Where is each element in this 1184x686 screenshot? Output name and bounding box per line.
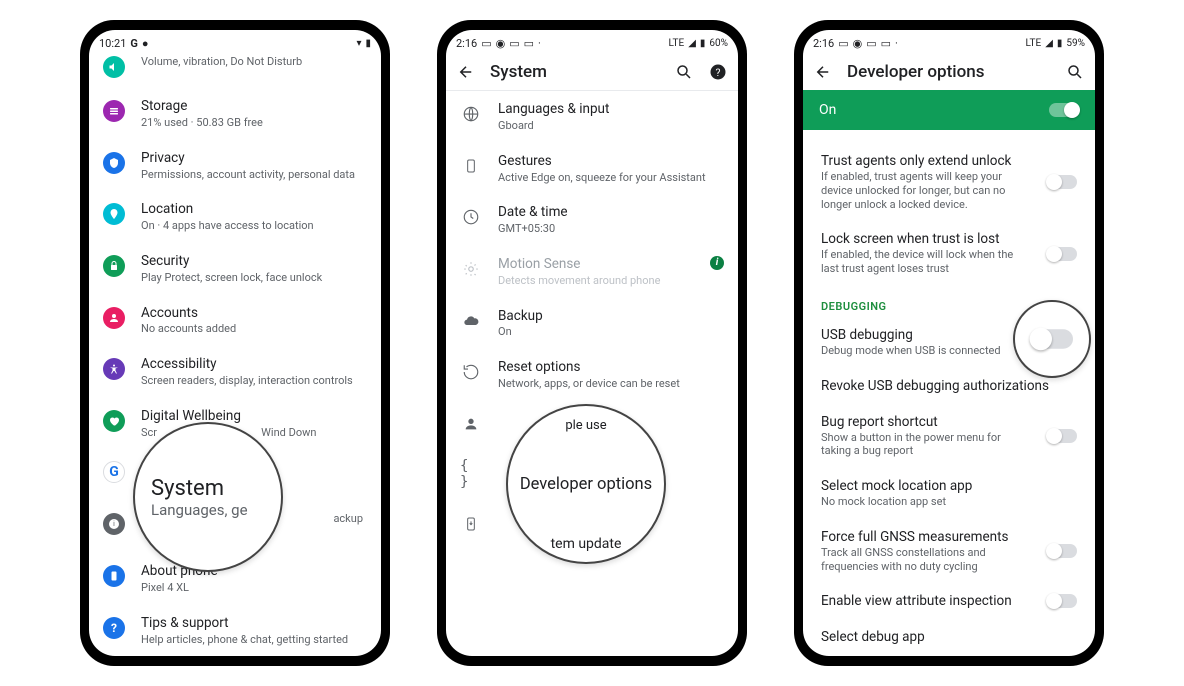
- back-icon[interactable]: [456, 62, 476, 82]
- notif-icon: ▭: [509, 37, 519, 50]
- globe-icon: [460, 103, 482, 125]
- row-bugreport[interactable]: Bug report shortcutShow a button in the …: [803, 404, 1095, 469]
- row-lock-trust-lost[interactable]: Lock screen when trust is lostIf enabled…: [803, 221, 1095, 286]
- google-icon: G: [130, 37, 138, 50]
- dot-icon: ●: [142, 37, 149, 50]
- page-title: System: [490, 62, 660, 82]
- row-privacy[interactable]: PrivacyPermissions, account activity, pe…: [89, 140, 381, 192]
- row-tips[interactable]: ?Tips & supportHelp articles, phone & ch…: [89, 605, 381, 656]
- notif-icon: ▭: [881, 37, 891, 50]
- sound-icon: [103, 56, 125, 78]
- magnifier-usb-switch: [1013, 300, 1091, 378]
- privacy-icon: [103, 152, 125, 174]
- switch[interactable]: [1047, 247, 1077, 261]
- reset-icon: [460, 361, 482, 383]
- signal-icon: ◢: [688, 38, 696, 49]
- info-icon[interactable]: i: [710, 256, 724, 270]
- notif-icon: ◉: [853, 37, 863, 50]
- notif-icon: ▭: [481, 37, 491, 50]
- master-switch[interactable]: [1049, 103, 1079, 117]
- row-accessibility[interactable]: AccessibilityScreen readers, display, in…: [89, 346, 381, 398]
- notif-icon: ▭: [866, 37, 876, 50]
- notif-icon: ·: [538, 37, 541, 50]
- row-storage[interactable]: Storage21% used · 50.83 GB free: [89, 88, 381, 140]
- status-time: 2:16: [813, 37, 834, 50]
- wellbeing-icon: [103, 410, 125, 432]
- update-icon: [460, 513, 482, 535]
- switch[interactable]: [1047, 594, 1077, 608]
- signal-icon: ◢: [1045, 38, 1053, 49]
- cloud-icon: [460, 310, 482, 332]
- row-motionsense[interactable]: Motion SenseDetects movement around phon…: [446, 246, 738, 298]
- switch-magnified[interactable]: [1031, 329, 1073, 349]
- user-icon: [460, 413, 482, 435]
- phone-icon: [103, 565, 125, 587]
- search-icon[interactable]: [1065, 62, 1085, 82]
- location-icon: [103, 203, 125, 225]
- row-location[interactable]: LocationOn · 4 apps have access to locat…: [89, 191, 381, 243]
- status-bar: 2:16 ▭ ◉ ▭ ▭ · LTE ◢ ▮ 60%: [446, 30, 738, 54]
- devopts-screen: 2:16 ▭ ◉ ▭ ▭ · LTE ◢ ▮ 59% Developer opt…: [803, 30, 1095, 656]
- row-accounts[interactable]: AccountsNo accounts added: [89, 295, 381, 347]
- row-select-debug[interactable]: Select debug app: [803, 619, 1095, 655]
- switch[interactable]: [1047, 175, 1077, 189]
- status-bar: 2:16 ▭ ◉ ▭ ▭ · LTE ◢ ▮ 59%: [803, 30, 1095, 54]
- app-bar: Developer options: [803, 54, 1095, 90]
- status-time: 2:16: [456, 37, 477, 50]
- svg-text:?: ?: [716, 66, 721, 79]
- svg-text:i: i: [113, 520, 115, 528]
- battery-pct: 60%: [709, 38, 728, 49]
- row-sound[interactable]: Volume, vibration, Do Not Disturb: [89, 44, 381, 88]
- battery-icon: ▮: [365, 38, 371, 49]
- braces-icon: { }: [460, 463, 482, 485]
- system-screen: 2:16 ▭ ◉ ▭ ▭ · LTE ◢ ▮ 60% System ? Lang…: [446, 30, 738, 656]
- network-label: LTE: [669, 38, 685, 49]
- page-title: Developer options: [847, 62, 1051, 82]
- clock-icon: [460, 206, 482, 228]
- row-security[interactable]: SecurityPlay Protect, screen lock, face …: [89, 243, 381, 295]
- notif-icon: ·: [895, 37, 898, 50]
- magnifier-devopts: ple use Developer options tem update: [506, 404, 666, 564]
- battery-icon: ▮: [1057, 38, 1063, 49]
- notif-icon: ▭: [524, 37, 534, 50]
- row-languages[interactable]: Languages & inputGboard: [446, 91, 738, 143]
- security-icon: [103, 255, 125, 277]
- help-icon[interactable]: ?: [708, 62, 728, 82]
- master-label: On: [819, 102, 836, 118]
- wifi-icon: ▾: [356, 38, 361, 49]
- row-reset[interactable]: Reset optionsNetwork, apps, or device ca…: [446, 349, 738, 401]
- app-bar: System ?: [446, 54, 738, 91]
- row-trust-agents[interactable]: Trust agents only extend unlockIf enable…: [803, 143, 1095, 221]
- row-gestures[interactable]: GesturesActive Edge on, squeeze for your…: [446, 143, 738, 195]
- switch[interactable]: [1047, 544, 1077, 558]
- back-icon[interactable]: [813, 62, 833, 82]
- notif-icon: ◉: [496, 37, 506, 50]
- row-view-attr[interactable]: Enable view attribute inspection: [803, 583, 1095, 619]
- status-time: 10:21: [99, 37, 126, 50]
- master-toggle-bar[interactable]: On: [803, 90, 1095, 130]
- row-backup[interactable]: BackupOn: [446, 298, 738, 350]
- magnifier-system: System Languages, ge: [133, 422, 283, 572]
- accounts-icon: [103, 307, 125, 329]
- help-icon: ?: [103, 617, 125, 639]
- motion-icon: [460, 258, 482, 280]
- settings-screen: 10:21 G ● ▾ ▮ Volume, vibration, Do Not …: [89, 30, 381, 656]
- search-icon[interactable]: [674, 62, 694, 82]
- system-icon: i: [103, 513, 125, 535]
- devopts-list: Trust agents only extend unlockIf enable…: [803, 143, 1095, 655]
- storage-icon: [103, 100, 125, 122]
- row-gnss[interactable]: Force full GNSS measurementsTrack all GN…: [803, 519, 1095, 584]
- battery-pct: 59%: [1066, 38, 1085, 49]
- battery-icon: ▮: [700, 38, 706, 49]
- network-label: LTE: [1026, 38, 1042, 49]
- switch[interactable]: [1047, 429, 1077, 443]
- accessibility-icon: [103, 358, 125, 380]
- row-datetime[interactable]: Date & timeGMT+05:30: [446, 194, 738, 246]
- gesture-icon: [460, 155, 482, 177]
- row-mock-location[interactable]: Select mock location appNo mock location…: [803, 468, 1095, 519]
- notif-icon: ▭: [838, 37, 848, 50]
- google-icon: G: [103, 461, 125, 483]
